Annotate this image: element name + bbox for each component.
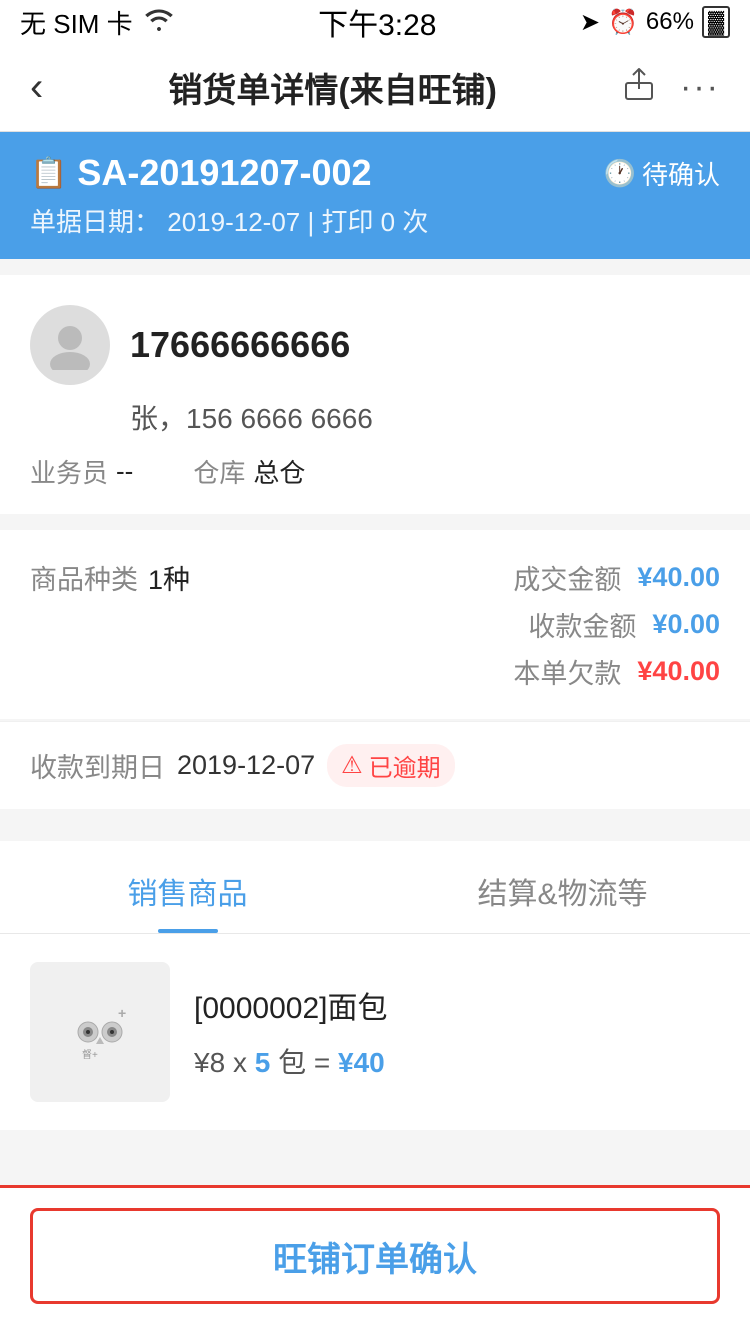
transaction-amount: 成交金额 ¥40.00 — [513, 558, 720, 597]
tabs-bar: 销售商品 结算&物流等 — [0, 841, 750, 934]
owed-amount: 本单欠款 ¥40.00 — [513, 652, 720, 691]
due-date-label: 收款到期日 — [30, 746, 165, 785]
carrier-label: 无 SIM 卡 — [20, 4, 133, 41]
time-label: 下午3:28 — [318, 0, 436, 44]
back-button[interactable]: ‹ — [30, 65, 43, 110]
order-status: 🕐 待确认 — [604, 155, 720, 192]
confirm-order-button[interactable]: 旺铺订单确认 — [30, 1208, 720, 1304]
status-left: 无 SIM 卡 — [20, 4, 175, 41]
product-price: ¥8 x 5 包 = ¥40 — [194, 1041, 720, 1081]
sales-rep: 业务员 -- — [30, 453, 133, 490]
summary-amounts: 成交金额 ¥40.00 收款金额 ¥0.00 本单欠款 ¥40.00 — [513, 558, 720, 691]
more-button[interactable]: ··· — [680, 68, 720, 107]
svg-text:督+: 督+ — [82, 1048, 98, 1061]
tabs-section: 销售商品 结算&物流等 + 督+ [0 — [0, 841, 750, 1130]
share-button[interactable] — [622, 67, 656, 109]
order-date: 单据日期： 2019-12-07 | 打印 0 次 — [30, 202, 720, 239]
product-thumbnail: + 督+ — [30, 962, 170, 1102]
tab-sales[interactable]: 销售商品 — [0, 841, 375, 933]
status-bar: 无 SIM 卡 下午3:28 ➤ ⏰ 66% ▓ — [0, 0, 750, 44]
tab-settlement[interactable]: 结算&物流等 — [375, 841, 750, 933]
received-amount: 收款金额 ¥0.00 — [528, 605, 720, 644]
warning-icon: ⚠ — [341, 751, 363, 780]
wifi-icon — [143, 7, 175, 38]
status-right: ➤ ⏰ 66% ▓ — [580, 6, 730, 38]
order-header: 📋 SA-20191207-002 🕐 待确认 单据日期： 2019-12-07… — [0, 132, 750, 259]
divider-2 — [0, 809, 750, 825]
product-info: [0000002]面包 ¥8 x 5 包 = ¥40 — [194, 983, 720, 1081]
battery-icon: ▓ — [702, 6, 730, 38]
overdue-badge: ⚠ 已逾期 — [327, 744, 455, 787]
alarm-icon: ⏰ — [608, 8, 638, 37]
overdue-label: 已逾期 — [369, 748, 441, 783]
customer-phone: 17666666666 — [130, 324, 350, 366]
clock-icon: 🕐 — [604, 158, 636, 189]
svg-text:+: + — [118, 1005, 126, 1021]
battery-label: 66% — [646, 8, 694, 36]
due-date-section: 收款到期日 2019-12-07 ⚠ 已逾期 — [0, 721, 750, 809]
nav-bar: ‹ 销货单详情(来自旺铺) ··· — [0, 44, 750, 132]
customer-meta: 业务员 -- 仓库 总仓 — [30, 453, 720, 490]
product-item: + 督+ [0000002]面包 ¥8 x 5 包 = ¥40 — [0, 934, 750, 1130]
summary-section: 商品种类 1种 成交金额 ¥40.00 收款金额 ¥0.00 本单欠款 ¥40.… — [0, 530, 750, 719]
location-icon: ➤ — [580, 8, 600, 37]
customer-section: 17666666666 张，156 6666 6666 业务员 -- 仓库 总仓 — [0, 275, 750, 514]
divider-1 — [0, 514, 750, 530]
nav-icons: ··· — [622, 67, 720, 109]
product-type-label: 商品种类 — [30, 558, 138, 597]
page-title: 销货单详情(来自旺铺) — [168, 63, 497, 112]
confirm-btn-wrap: 旺铺订单确认 — [0, 1185, 750, 1334]
product-type-value: 1种 — [148, 558, 190, 597]
due-date-value: 2019-12-07 — [177, 750, 315, 781]
order-icon: 📋 — [30, 156, 67, 191]
product-name: [0000002]面包 — [194, 983, 720, 1027]
customer-name: 张，156 6666 6666 — [130, 397, 720, 437]
warehouse: 仓库 总仓 — [193, 453, 305, 490]
avatar — [30, 305, 110, 385]
order-id: 📋 SA-20191207-002 — [30, 152, 372, 194]
